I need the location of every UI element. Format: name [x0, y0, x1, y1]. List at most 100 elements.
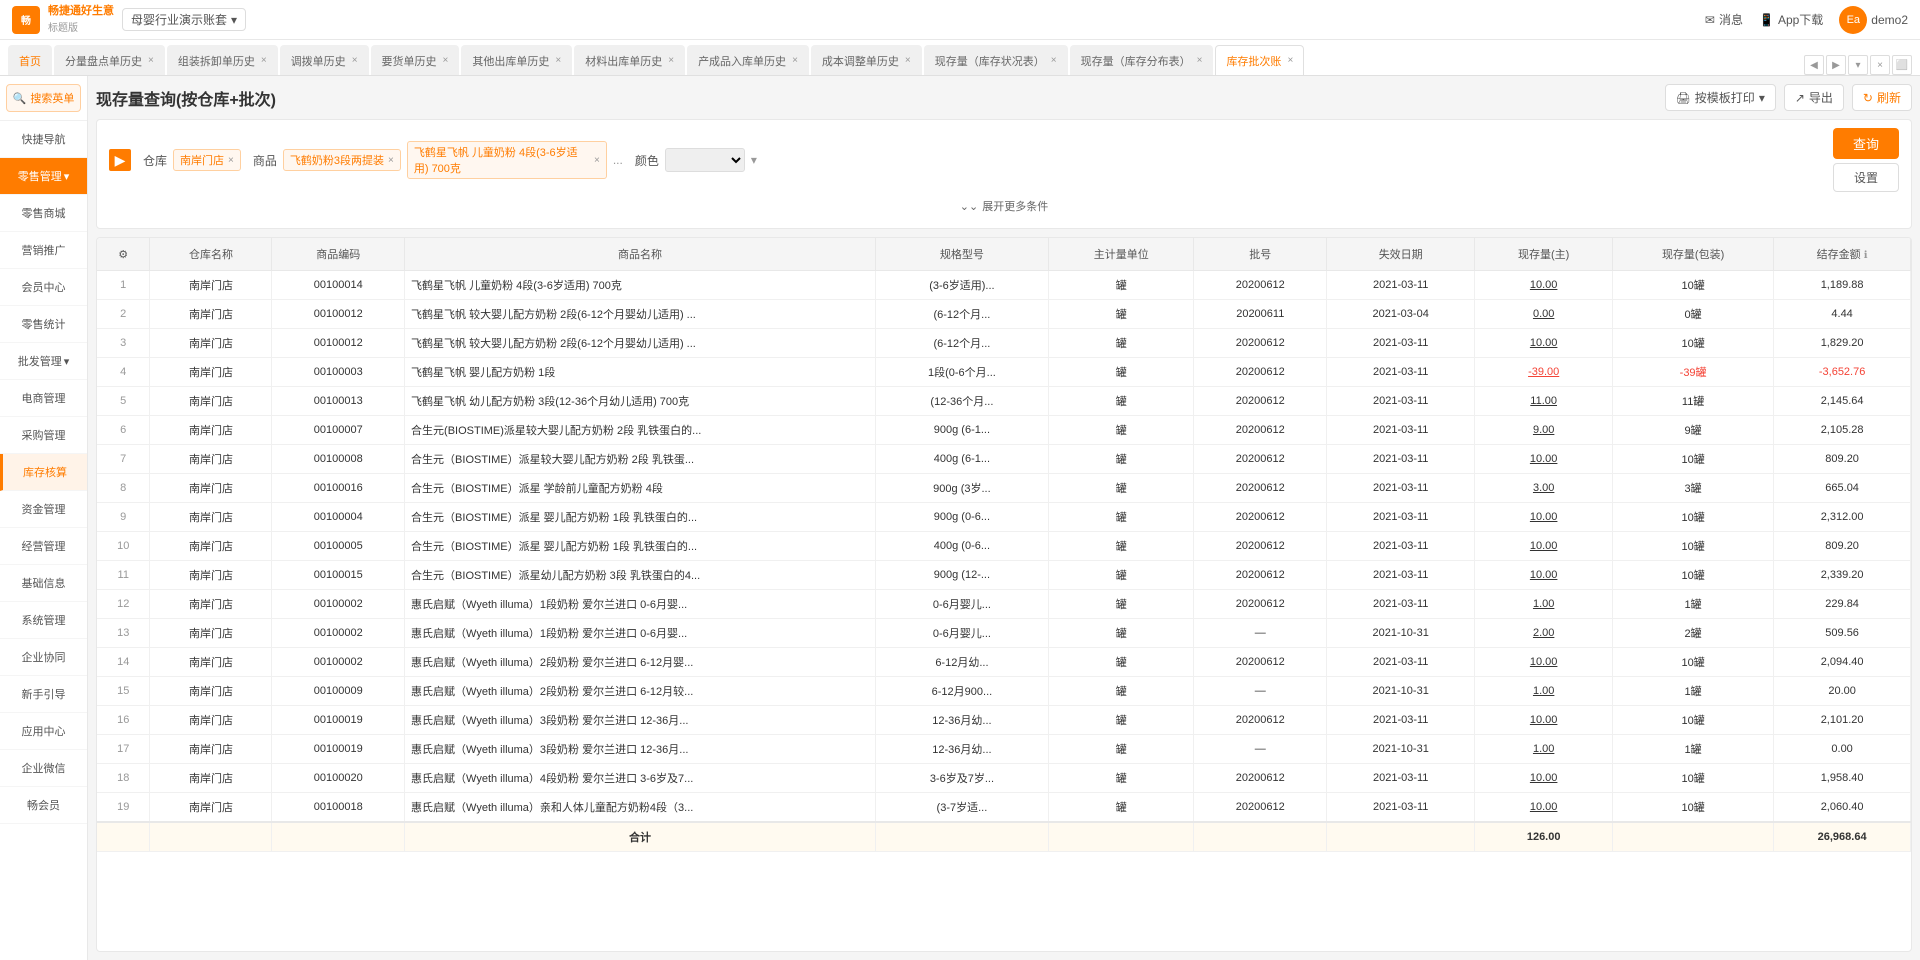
row-index: 12 — [97, 590, 150, 619]
row-qty[interactable]: 9.00 — [1475, 416, 1613, 445]
tab-close-all[interactable]: × — [1870, 55, 1890, 75]
row-qty[interactable]: 10.00 — [1475, 445, 1613, 474]
sidebar-item-sys-mgmt[interactable]: 系统管理 — [0, 602, 87, 639]
goods-tag-1-close[interactable]: × — [388, 155, 394, 166]
row-unit: 罐 — [1048, 677, 1194, 706]
row-qty[interactable]: 1.00 — [1475, 677, 1613, 706]
col-spec: 规格型号 — [875, 238, 1048, 271]
avatar: Ea — [1839, 6, 1867, 34]
row-qty[interactable]: 1.00 — [1475, 735, 1613, 764]
sidebar-item-enterprise-wechat[interactable]: 企业微信 — [0, 750, 87, 787]
tab-maximize[interactable]: ⬜ — [1892, 55, 1912, 75]
sidebar-item-operations[interactable]: 经营管理 — [0, 528, 87, 565]
sidebar-item-inventory[interactable]: 库存核算 — [0, 454, 87, 491]
tab-8-close[interactable]: × — [905, 55, 911, 66]
row-qty[interactable]: 10.00 — [1475, 532, 1613, 561]
table-row: 4 南岸门店 00100003 飞鹤星飞帆 婴儿配方奶粉 1段 1段(0-6个月… — [97, 358, 1911, 387]
workspace-selector[interactable]: 母婴行业演示账套 ▾ — [122, 8, 246, 31]
row-qty[interactable]: 11.00 — [1475, 387, 1613, 416]
sidebar-item-chang-member[interactable]: 畅会员 — [0, 787, 87, 824]
tab-11-close[interactable]: × — [1287, 55, 1293, 66]
tab-2-close[interactable]: × — [261, 55, 267, 66]
row-index: 1 — [97, 271, 150, 300]
table-row: 11 南岸门店 00100015 合生元（BIOSTIME）派星幼儿配方奶粉 3… — [97, 561, 1911, 590]
tab-1-close[interactable]: × — [148, 55, 154, 66]
row-qty[interactable]: 1.00 — [1475, 590, 1613, 619]
warehouse-tag[interactable]: 南岸门店 × — [173, 149, 241, 171]
goods-tag-1[interactable]: 飞鹤奶粉3段两提装 × — [283, 149, 401, 171]
tab-5[interactable]: 其他出库单历史 × — [461, 45, 572, 75]
row-qty[interactable]: -39.00 — [1475, 358, 1613, 387]
row-unit: 罐 — [1048, 503, 1194, 532]
refresh-btn[interactable]: ↻ 刷新 — [1852, 84, 1912, 111]
sidebar-item-retail-mall[interactable]: 零售商城 — [0, 195, 87, 232]
export-btn[interactable]: ↗ 导出 — [1784, 84, 1844, 111]
sidebar-item-retail-mgmt[interactable]: 零售管理 ▾ — [0, 158, 87, 195]
sidebar-item-enterprise-collab[interactable]: 企业协同 — [0, 639, 87, 676]
sidebar-item-marketing[interactable]: 营销推广 — [0, 232, 87, 269]
col-settings[interactable]: ⚙ — [97, 238, 150, 271]
tab-5-close[interactable]: × — [555, 55, 561, 66]
print-btn[interactable]: 🖨 按模板打印 ▾ — [1665, 84, 1776, 111]
row-qty[interactable]: 10.00 — [1475, 503, 1613, 532]
tab-11[interactable]: 库存批次账 × — [1215, 45, 1304, 75]
search-menu-btn[interactable]: 🔍 搜索英单 — [6, 84, 81, 112]
row-qty[interactable]: 10.00 — [1475, 561, 1613, 590]
tab-10[interactable]: 现存量（库存分布表） × — [1070, 45, 1214, 75]
row-qty[interactable]: 0.00 — [1475, 300, 1613, 329]
row-qty[interactable]: 10.00 — [1475, 793, 1613, 823]
goods-tag-2[interactable]: 飞鹤星飞帆 儿童奶粉 4段(3-6岁适用) 700克 × — [407, 141, 607, 179]
goods-filter-more[interactable]: ... — [613, 153, 623, 167]
tab-3-close[interactable]: × — [352, 55, 358, 66]
query-btn[interactable]: 查询 — [1833, 128, 1899, 159]
row-qty[interactable]: 10.00 — [1475, 706, 1613, 735]
sidebar-item-finance[interactable]: 资金管理 — [0, 491, 87, 528]
goods-tag-2-close[interactable]: × — [594, 155, 600, 166]
tab-3[interactable]: 调拨单历史 × — [280, 45, 369, 75]
tab-9[interactable]: 现存量（库存状况表） × — [924, 45, 1068, 75]
sidebar-item-wholesale[interactable]: 批发管理 ▾ — [0, 343, 87, 380]
row-batch: 20200612 — [1194, 271, 1327, 300]
tab-2[interactable]: 组装拆卸单历史 × — [167, 45, 278, 75]
tab-6-close[interactable]: × — [668, 55, 674, 66]
sidebar-item-purchase[interactable]: 采购管理 — [0, 417, 87, 454]
tab-7[interactable]: 产成品入库单历史 × — [687, 45, 809, 75]
row-qty[interactable]: 10.00 — [1475, 329, 1613, 358]
tab-prev[interactable]: ◀ — [1804, 55, 1824, 75]
row-warehouse: 南岸门店 — [150, 416, 272, 445]
sidebar-item-member-center[interactable]: 会员中心 — [0, 269, 87, 306]
user-avatar-area[interactable]: Ea demo2 — [1839, 6, 1908, 34]
sidebar-item-retail-stats[interactable]: 零售统计 — [0, 306, 87, 343]
expand-more-btn[interactable]: ⌄⌄ 展开更多条件 — [960, 198, 1048, 214]
app-download-btn[interactable]: 📱 App下载 — [1759, 11, 1823, 28]
row-qty[interactable]: 2.00 — [1475, 619, 1613, 648]
row-qty[interactable]: 10.00 — [1475, 648, 1613, 677]
row-batch: 20200612 — [1194, 561, 1327, 590]
tab-menu[interactable]: ▾ — [1848, 55, 1868, 75]
setting-btn[interactable]: 设置 — [1833, 163, 1899, 192]
message-btn[interactable]: ✉ 消息 — [1705, 11, 1743, 28]
tab-9-close[interactable]: × — [1051, 55, 1057, 66]
tab-home[interactable]: 首页 — [8, 45, 52, 75]
tab-6[interactable]: 材料出库单历史 × — [574, 45, 685, 75]
color-select[interactable] — [665, 148, 745, 172]
tab-7-close[interactable]: × — [792, 55, 798, 66]
tab-1[interactable]: 分量盘点单历史 × — [54, 45, 165, 75]
sidebar-item-app-center[interactable]: 应用中心 — [0, 713, 87, 750]
row-amount: 509.56 — [1774, 619, 1911, 648]
row-qty[interactable]: 3.00 — [1475, 474, 1613, 503]
row-qty[interactable]: 10.00 — [1475, 764, 1613, 793]
tab-8[interactable]: 成本调整单历史 × — [811, 45, 922, 75]
sidebar-item-newbie[interactable]: 新手引导 — [0, 676, 87, 713]
row-qty[interactable]: 10.00 — [1475, 271, 1613, 300]
row-spec: (6-12个月... — [875, 300, 1048, 329]
filter-toggle-btn[interactable]: ▶ — [109, 149, 131, 171]
warehouse-tag-close[interactable]: × — [228, 155, 234, 166]
sidebar-quick-nav[interactable]: 快捷导航 — [0, 121, 87, 158]
sidebar-item-ecommerce[interactable]: 电商管理 — [0, 380, 87, 417]
tab-4-close[interactable]: × — [443, 55, 449, 66]
tab-next[interactable]: ▶ — [1826, 55, 1846, 75]
tab-10-close[interactable]: × — [1197, 55, 1203, 66]
tab-4[interactable]: 要货单历史 × — [371, 45, 460, 75]
sidebar-item-basic-info[interactable]: 基础信息 — [0, 565, 87, 602]
